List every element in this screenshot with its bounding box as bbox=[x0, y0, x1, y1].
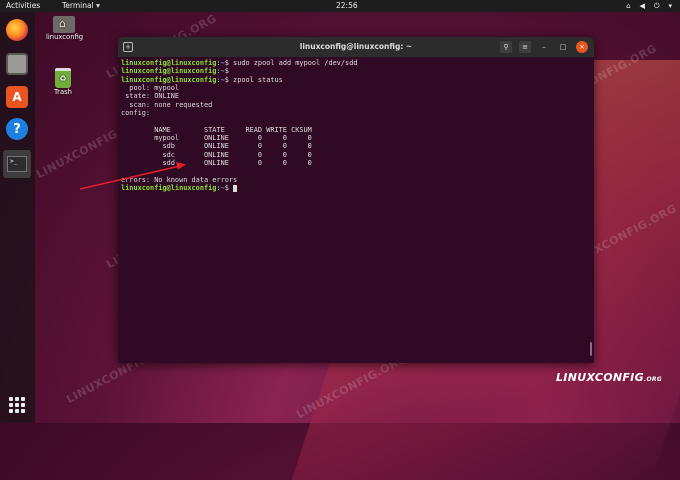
linuxconfig-logo: LINUXCONFIG.ORG bbox=[556, 371, 662, 384]
annotation-arrow bbox=[79, 162, 186, 190]
logo-suffix: .ORG bbox=[643, 376, 663, 383]
logo-main: LINUXCONFIG bbox=[556, 371, 644, 384]
